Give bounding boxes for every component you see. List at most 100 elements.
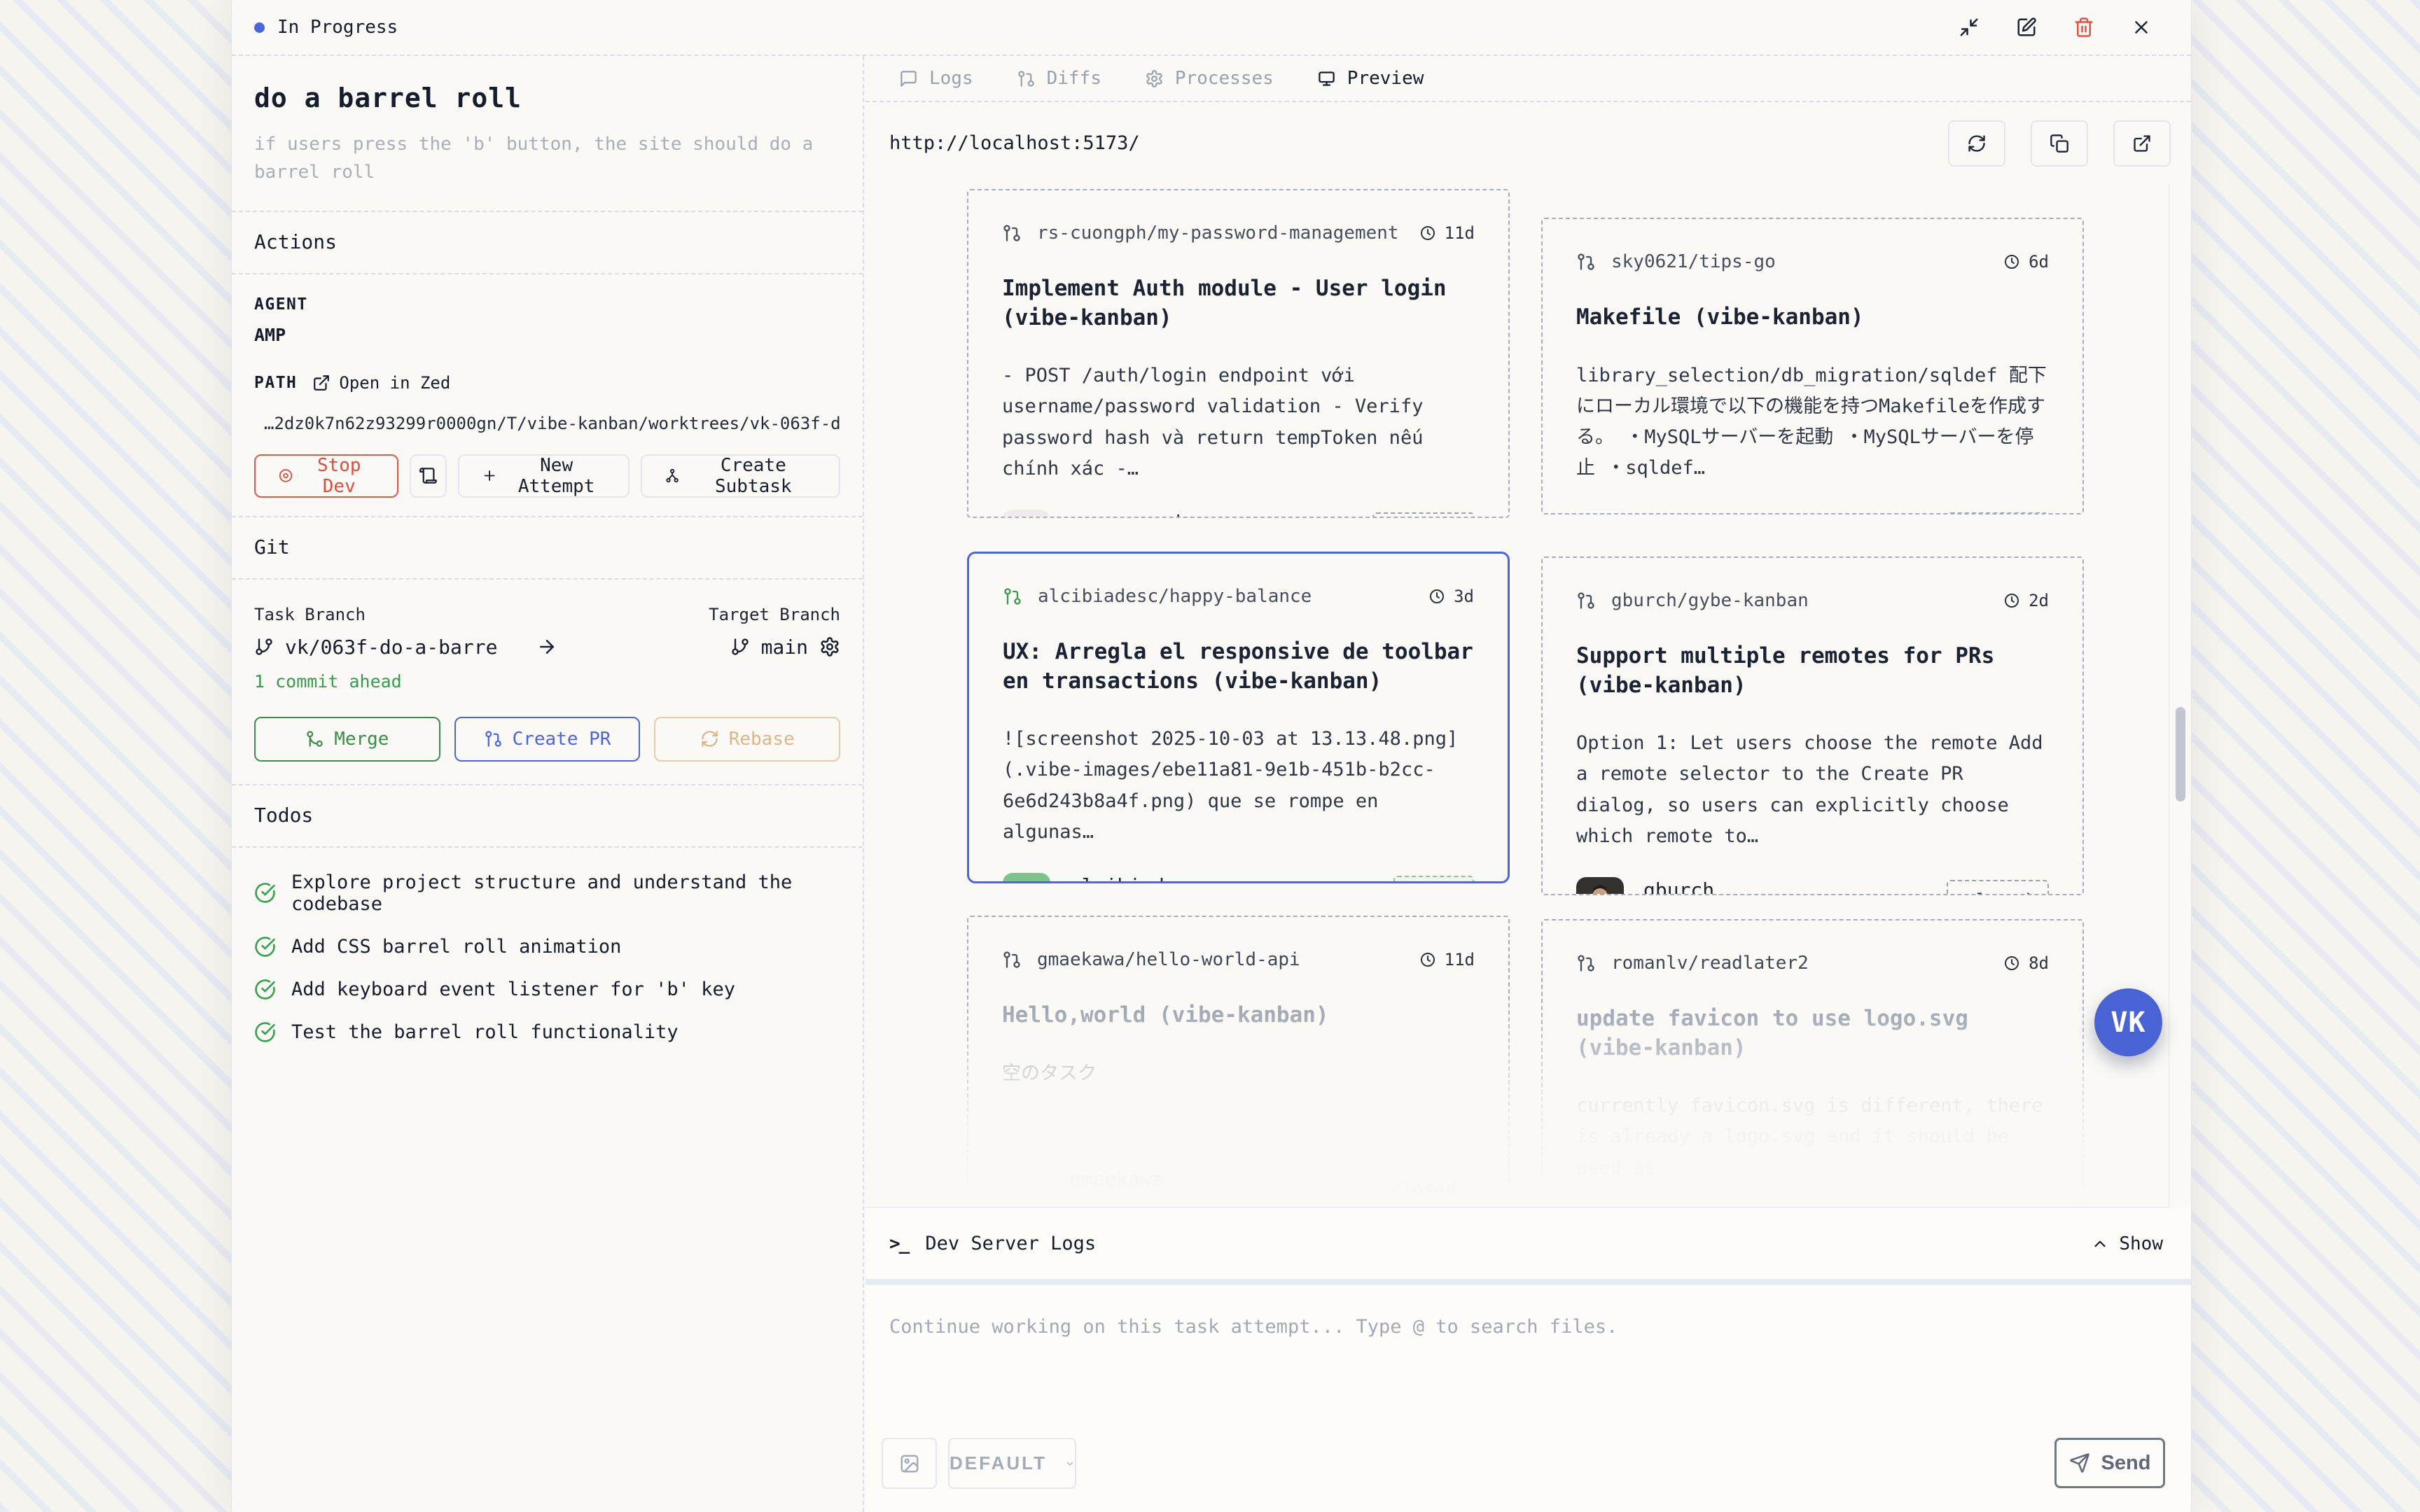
- open-external-button[interactable]: [2113, 120, 2171, 167]
- worktree-path: …2dz0k7n62z93299r0000gn/T/vibe-kanban/wo…: [264, 413, 840, 433]
- close-icon[interactable]: [2131, 17, 2152, 38]
- clock-icon: [2005, 956, 2019, 970]
- send-icon: [2069, 1453, 2089, 1473]
- task-detail-dialog: In Progress do a barrel roll if users pr…: [231, 0, 2192, 1512]
- pr-description: library_selection/db_migration/sqldef 配下…: [1576, 364, 2047, 479]
- rebase-button[interactable]: Rebase: [654, 716, 841, 762]
- pr-age: 3d: [1428, 587, 1474, 606]
- show-logs-toggle[interactable]: Show: [2091, 1233, 2163, 1254]
- create-subtask-button[interactable]: Create Subtask: [641, 454, 840, 498]
- git-pull-request-icon: [1576, 252, 1596, 272]
- task-title-block: do a barrel roll if users press the 'b' …: [232, 56, 863, 212]
- pr-title: Makefile (vibe-kanban): [1576, 304, 1864, 330]
- dev-server-logs-bar[interactable]: >_ Dev Server Logs Show: [865, 1208, 2191, 1279]
- author-name: gmaekawa: [1069, 1167, 1164, 1191]
- avatar: [1576, 877, 1624, 894]
- followup-input[interactable]: [889, 1316, 2142, 1414]
- actions-section: AGENT AMP PATH Open in Zed …2dz0k7n62z93…: [232, 274, 863, 517]
- external-link-icon: [2134, 134, 2150, 152]
- pr-description: currently favicon.svg is different, ther…: [1576, 1095, 2043, 1179]
- author-name: sky0621: [1643, 510, 1750, 513]
- git-pull-request-icon: [1002, 950, 1022, 969]
- pr-card-alcibiadesc[interactable]: alcibiadesc/happy-balance 3d UX: Arregla…: [967, 552, 1510, 883]
- subtask-split-icon: [666, 468, 679, 483]
- author-role: Contributor: [1069, 1194, 1176, 1208]
- refresh-button[interactable]: [1948, 120, 2005, 167]
- git-branch-icon: [731, 638, 749, 655]
- image-icon: [900, 1455, 918, 1472]
- resize-handle[interactable]: [865, 1279, 2191, 1285]
- commits-ahead-label: 1 commit ahead: [254, 671, 402, 692]
- plus-icon: [484, 470, 495, 481]
- minimize-icon[interactable]: [1959, 17, 1980, 38]
- pr-card-sky0621[interactable]: sky0621/tips-go 6d Makefile (vibe-kanban…: [1541, 218, 2084, 514]
- pr-card-romanlv[interactable]: romanlv/readlater2 8d update favicon to …: [1541, 919, 2084, 1207]
- pr-age: 2d: [2003, 591, 2049, 610]
- git-heading: Git: [232, 517, 863, 580]
- pr-title: UX: Arregla el responsive de toolbar en …: [1003, 639, 1473, 694]
- git-branch-icon: [256, 638, 272, 655]
- pr-title: Hello,world (vibe-kanban): [1002, 1002, 1329, 1028]
- tab-bar: Logs Diffs Processes Preview: [865, 56, 2191, 102]
- desktop-background: { "header": { "status_label": "In Progre…: [0, 0, 2420, 1512]
- avatar: [1002, 510, 1050, 517]
- check-circle-icon: [254, 1021, 276, 1043]
- preview-url[interactable]: http://localhost:5173/: [889, 132, 1140, 154]
- repo-name: alcibiadesc/happy-balance: [1038, 586, 1312, 607]
- tab-processes[interactable]: Processes: [1145, 68, 1274, 89]
- task-branch: vk/063f-do-a-barre: [254, 636, 497, 659]
- pr-description: - POST /auth/login endpoint với username…: [1002, 365, 1424, 479]
- tab-preview[interactable]: Preview: [1317, 68, 1424, 89]
- open-in-zed-link[interactable]: Open in Zed: [312, 373, 450, 393]
- tab-logs[interactable]: Logs: [899, 68, 973, 89]
- task-description: if users press the 'b' button, the site …: [254, 134, 814, 183]
- pr-title: Support multiple remotes for PRs (vibe-k…: [1576, 643, 1995, 698]
- edit-icon[interactable]: [2016, 17, 2037, 38]
- repo-name: gburch/gybe-kanban: [1611, 590, 1809, 611]
- pr-age: 11d: [1419, 223, 1475, 243]
- vibe-kanban-logo[interactable]: VK: [2094, 988, 2162, 1056]
- check-circle-icon: [254, 979, 276, 1000]
- author-name: alcibiadesc: [1070, 874, 1199, 881]
- copy-url-button[interactable]: [2031, 120, 2088, 167]
- create-pr-button[interactable]: Create PR: [454, 716, 641, 762]
- profile-select[interactable]: DEFAULT: [948, 1438, 1076, 1489]
- merge-button[interactable]: Merge: [254, 716, 440, 762]
- status-dot-icon: [254, 22, 265, 33]
- message-composer: DEFAULT Send: [865, 1285, 2191, 1512]
- new-attempt-button[interactable]: New Attempt: [457, 454, 630, 498]
- dev-server-logs-label: Dev Server Logs: [925, 1233, 1097, 1254]
- repo-name: romanlv/readlater2: [1611, 953, 1809, 974]
- scroll-icon: [419, 468, 437, 484]
- target-branch: main: [730, 636, 808, 659]
- clock-icon: [2005, 594, 2019, 608]
- send-button[interactable]: Send: [2054, 1438, 2165, 1488]
- preview-scrollbar[interactable]: [2176, 707, 2185, 802]
- delete-icon[interactable]: [2073, 17, 2094, 38]
- status-indicator: In Progress: [254, 17, 398, 38]
- pr-card-rs-cuongph[interactable]: rs-cuongph/my-password-management 11d Im…: [967, 189, 1510, 518]
- tab-diffs[interactable]: Diffs: [1017, 68, 1101, 89]
- git-pull-request-icon: [485, 731, 501, 747]
- todo-item: Add CSS barrel roll animation: [254, 936, 840, 958]
- git-pull-request-icon: [1017, 70, 1034, 87]
- branch-row: vk/063f-do-a-barre main: [254, 636, 840, 659]
- stop-dev-button[interactable]: Stop Dev: [254, 454, 399, 498]
- clock-icon: [1430, 589, 1445, 603]
- todos-list: Explore project structure and understand…: [232, 848, 863, 1067]
- task-title: do a barrel roll: [254, 83, 522, 113]
- pr-description: ![screenshot 2025-10-03 at 13.13.48.png]…: [1003, 728, 1459, 843]
- actions-buttons: Stop Dev New Attempt Create Subtask: [254, 454, 840, 498]
- pr-age: 8d: [2003, 953, 2049, 973]
- pr-card-gburch[interactable]: gburch/gybe-kanban 2d Support multiple r…: [1541, 556, 2084, 895]
- attach-image-button[interactable]: [882, 1438, 937, 1489]
- branch-settings-gear-icon[interactable]: [819, 636, 840, 657]
- rebase-refresh-icon: [701, 731, 718, 747]
- path-row: PATH Open in Zed: [254, 373, 840, 393]
- external-link-icon: [314, 374, 330, 391]
- view-logs-button[interactable]: [410, 454, 447, 498]
- author-name: rs-cuongph: [1069, 511, 1188, 517]
- clock-icon: [1420, 953, 1435, 967]
- check-circle-icon: [254, 882, 276, 904]
- pr-card-gmaekawa[interactable]: gmaekawa/hello-world-api 11d Hello,world…: [967, 916, 1510, 1208]
